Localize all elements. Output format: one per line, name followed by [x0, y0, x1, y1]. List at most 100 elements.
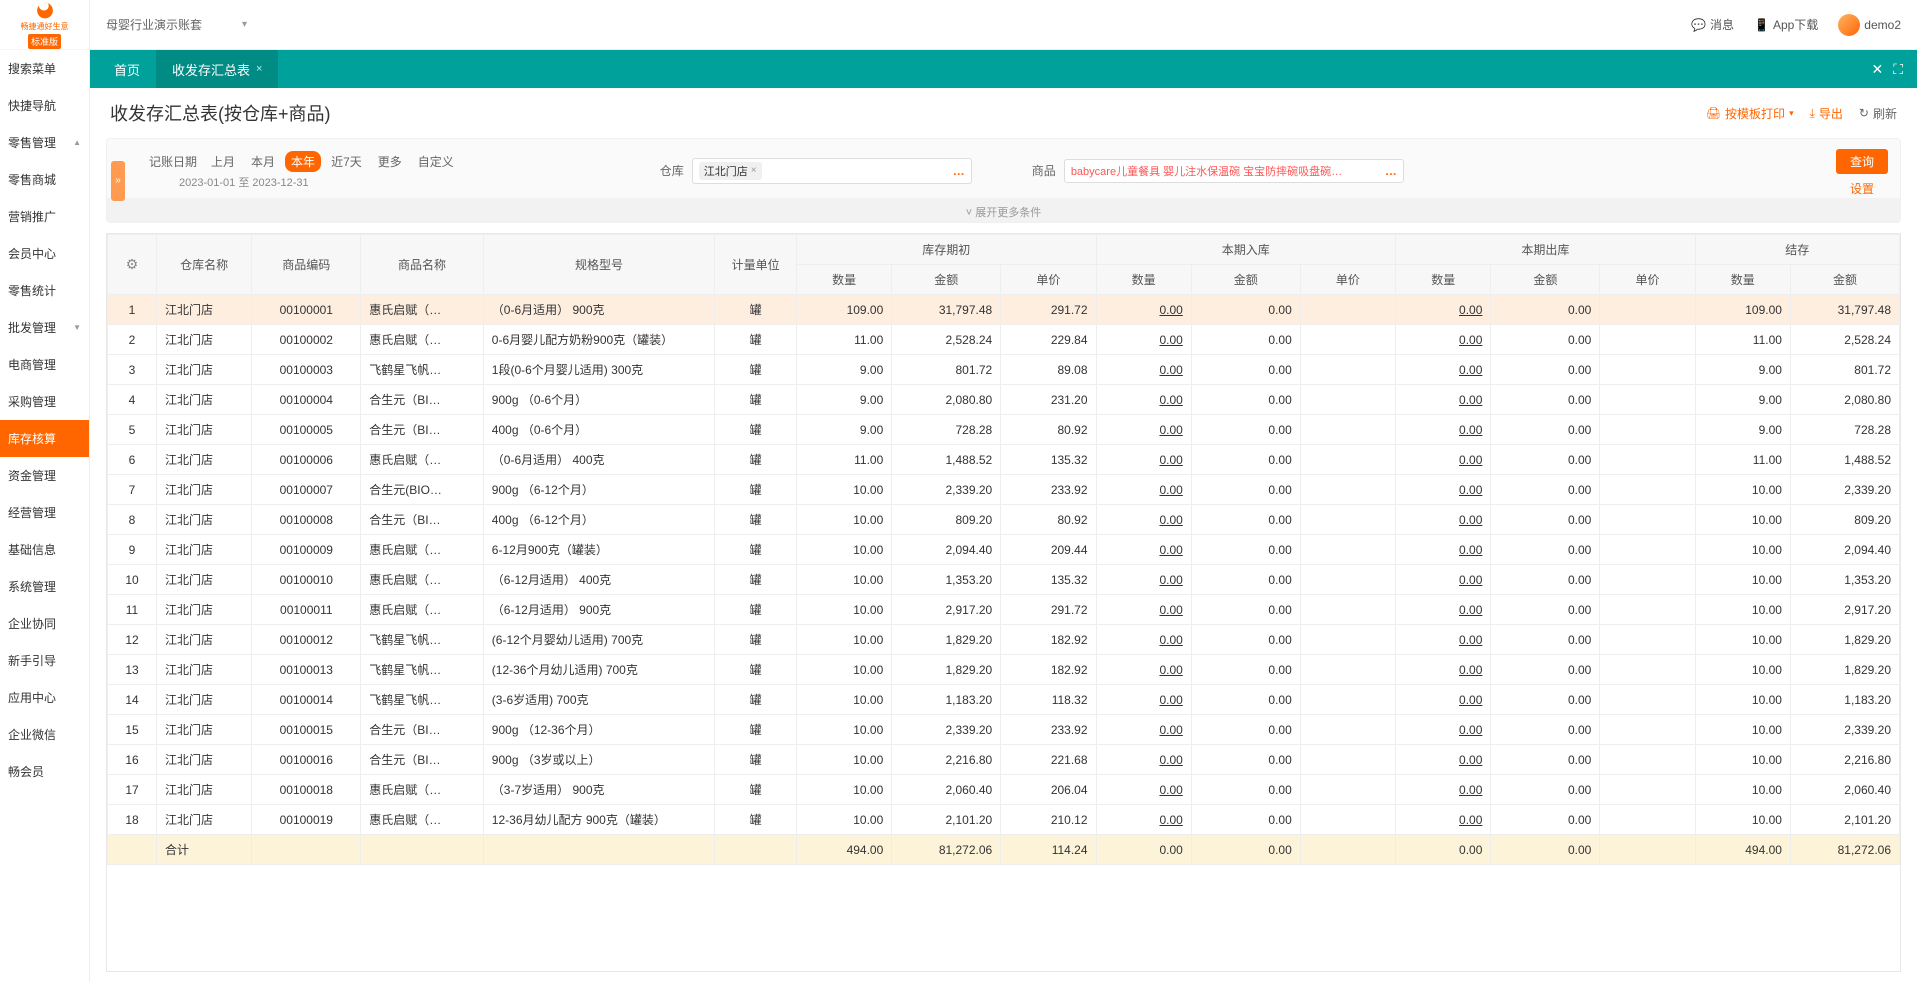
date-option-更多[interactable]: 更多 [372, 151, 408, 172]
chevron-icon: ▲ [73, 138, 81, 147]
table-row[interactable]: 12 江北门店 00100012 飞鹤星飞帆… (6-12个月婴幼儿适用) 70… [108, 625, 1900, 655]
product-browse-icon[interactable]: … [1385, 164, 1397, 178]
table-row[interactable]: 5 江北门店 00100005 合生元（BI… 400g （0-6个月） 罐 9… [108, 415, 1900, 445]
sub-col: 单价 [1300, 265, 1395, 295]
sub-col: 数量 [1695, 265, 1790, 295]
product-text: babycare儿童餐具 婴儿注水保温碗 宝宝防摔碗吸盘碗辅食碗勺套装 雀湖绿 … [1071, 163, 1351, 179]
sidebar-item-0[interactable]: 搜索菜单 [0, 50, 89, 87]
date-option-本月[interactable]: 本月 [245, 151, 281, 172]
sidebar-item-2[interactable]: 零售管理▲ [0, 124, 89, 161]
refresh-icon: ↻ [1859, 106, 1869, 120]
warehouse-input[interactable]: 江北门店 × … [692, 158, 972, 184]
sidebar-item-9[interactable]: 采购管理 [0, 383, 89, 420]
sidebar-item-5[interactable]: 会员中心 [0, 235, 89, 272]
product-input[interactable]: babycare儿童餐具 婴儿注水保温碗 宝宝防摔碗吸盘碗辅食碗勺套装 雀湖绿 … [1064, 159, 1404, 183]
refresh-button[interactable]: ↻ 刷新 [1859, 105, 1897, 122]
query-button[interactable]: 查询 [1836, 149, 1888, 174]
date-label: 记账日期 [149, 153, 197, 170]
col-warehouse: 仓库名称 [157, 235, 252, 295]
message-button[interactable]: 💬 消息 [1691, 16, 1734, 33]
product-label: 商品 [1032, 162, 1056, 179]
sidebar-item-label: 应用中心 [8, 689, 56, 706]
date-option-本年[interactable]: 本年 [285, 151, 321, 172]
sidebar-item-12[interactable]: 经营管理 [0, 494, 89, 531]
account-selector[interactable]: 母婴行业演示账套 ▾ [106, 16, 247, 33]
sidebar-item-11[interactable]: 资金管理 [0, 457, 89, 494]
sub-col: 金额 [1491, 265, 1600, 295]
user-name: demo2 [1864, 18, 1901, 32]
col-group-out: 本期出库 [1396, 235, 1696, 265]
fullscreen-button[interactable]: ⛶ [1893, 61, 1903, 78]
table-row[interactable]: 6 江北门店 00100006 惠氏启赋（… （0-6月适用） 400克 罐 1… [108, 445, 1900, 475]
sidebar-item-3[interactable]: 零售商城 [0, 161, 89, 198]
table-row[interactable]: 16 江北门店 00100016 合生元（BI… 900g （3岁或以上） 罐 … [108, 745, 1900, 775]
tab-1[interactable]: 收发存汇总表× [156, 50, 278, 88]
sidebar-item-15[interactable]: 企业协同 [0, 605, 89, 642]
warehouse-tag: 江北门店 × [699, 162, 762, 180]
chevron-down-icon: ▾ [1789, 108, 1794, 119]
date-range: 2023-01-01 至 2023-12-31 [179, 174, 460, 190]
table-row[interactable]: 1 江北门店 00100001 惠氏启赋（… （0-6月适用） 900克 罐 1… [108, 295, 1900, 325]
sub-col: 单价 [1001, 265, 1096, 295]
sidebar-item-label: 经营管理 [8, 504, 56, 521]
table-row[interactable]: 9 江北门店 00100009 惠氏启赋（… 6-12月900克（罐装） 罐 1… [108, 535, 1900, 565]
export-label: 导出 [1819, 105, 1843, 122]
sidebar-item-6[interactable]: 零售统计 [0, 272, 89, 309]
sidebar-item-1[interactable]: 快捷导航 [0, 87, 89, 124]
warehouse-browse-icon[interactable]: … [953, 164, 965, 178]
sidebar-item-label: 企业协同 [8, 615, 56, 632]
print-icon: 🖨 [1706, 106, 1721, 120]
export-button[interactable]: ⤓ 导出 [1810, 105, 1843, 122]
sidebar-item-label: 库存核算 [8, 430, 56, 447]
settings-button[interactable]: 设置 [1836, 180, 1888, 197]
chevron-down-icon: ▾ [242, 19, 247, 30]
sidebar-item-label: 批发管理 [8, 319, 56, 336]
table-row[interactable]: 18 江北门店 00100019 惠氏启赋（… 12-36月幼儿配方 900克（… [108, 805, 1900, 835]
table-row[interactable]: 14 江北门店 00100014 飞鹤星飞帆… (3-6岁适用) 700克 罐 … [108, 685, 1900, 715]
gear-icon: ⚙ [126, 256, 139, 272]
table-row[interactable]: 2 江北门店 00100002 惠氏启赋（… 0-6月婴儿配方奶粉900克（罐装… [108, 325, 1900, 355]
table-row[interactable]: 8 江北门店 00100008 合生元（BI… 400g （6-12个月） 罐 … [108, 505, 1900, 535]
sidebar-item-4[interactable]: 营销推广 [0, 198, 89, 235]
date-option-自定义[interactable]: 自定义 [412, 151, 460, 172]
app-download-button[interactable]: 📱 App下载 [1754, 16, 1818, 33]
sidebar-item-label: 基础信息 [8, 541, 56, 558]
table-row[interactable]: 4 江北门店 00100004 合生元（BI… 900g （0-6个月） 罐 9… [108, 385, 1900, 415]
table-row[interactable]: 13 江北门店 00100013 飞鹤星飞帆… (12-36个月幼儿适用) 70… [108, 655, 1900, 685]
sidebar-item-14[interactable]: 系统管理 [0, 568, 89, 605]
tab-close-icon[interactable]: × [256, 63, 262, 75]
date-option-近7天[interactable]: 近7天 [325, 151, 368, 172]
col-settings[interactable]: ⚙ [108, 235, 157, 295]
expand-conditions-button[interactable]: ˅ 展开更多条件 [107, 198, 1900, 222]
date-option-上月[interactable]: 上月 [205, 151, 241, 172]
sidebar-item-8[interactable]: 电商管理 [0, 346, 89, 383]
table-row[interactable]: 11 江北门店 00100011 惠氏启赋（… （6-12月适用） 900克 罐… [108, 595, 1900, 625]
table-row[interactable]: 10 江北门店 00100010 惠氏启赋（… （6-12月适用） 400克 罐… [108, 565, 1900, 595]
close-all-tabs-button[interactable]: ✕ [1871, 61, 1883, 78]
expand-conditions-label: 展开更多条件 [975, 207, 1041, 219]
col-code: 商品编码 [252, 235, 361, 295]
sidebar-item-label: 系统管理 [8, 578, 56, 595]
table-row[interactable]: 3 江北门店 00100003 飞鹤星飞帆… 1段(0-6个月婴儿适用) 300… [108, 355, 1900, 385]
sidebar-item-7[interactable]: 批发管理▼ [0, 309, 89, 346]
tab-0[interactable]: 首页 [98, 50, 156, 88]
user-menu[interactable]: demo2 [1838, 14, 1901, 36]
sidebar-item-10[interactable]: 库存核算 [0, 420, 89, 457]
table-row[interactable]: 7 江北门店 00100007 合生元(BIO… 900g （6-12个月） 罐… [108, 475, 1900, 505]
avatar [1838, 14, 1860, 36]
sidebar-item-16[interactable]: 新手引导 [0, 642, 89, 679]
sidebar-item-17[interactable]: 应用中心 [0, 679, 89, 716]
sub-col: 数量 [1396, 265, 1491, 295]
warehouse-tag-remove[interactable]: × [751, 165, 757, 176]
sidebar-item-19[interactable]: 畅会员 [0, 753, 89, 790]
collapse-filter-button[interactable]: » [111, 161, 125, 201]
table-row[interactable]: 17 江北门店 00100018 惠氏启赋（… （3-7岁适用） 900克 罐 … [108, 775, 1900, 805]
col-group-in: 本期入库 [1096, 235, 1396, 265]
message-icon: 💬 [1691, 18, 1706, 32]
table-row[interactable]: 15 江北门店 00100015 合生元（BI… 900g （12-36个月） … [108, 715, 1900, 745]
print-button[interactable]: 🖨 按模板打印 ▾ [1706, 105, 1794, 122]
version-badge: 标准版 [28, 34, 61, 49]
sub-col: 数量 [1096, 265, 1191, 295]
sidebar-item-13[interactable]: 基础信息 [0, 531, 89, 568]
sidebar-item-18[interactable]: 企业微信 [0, 716, 89, 753]
